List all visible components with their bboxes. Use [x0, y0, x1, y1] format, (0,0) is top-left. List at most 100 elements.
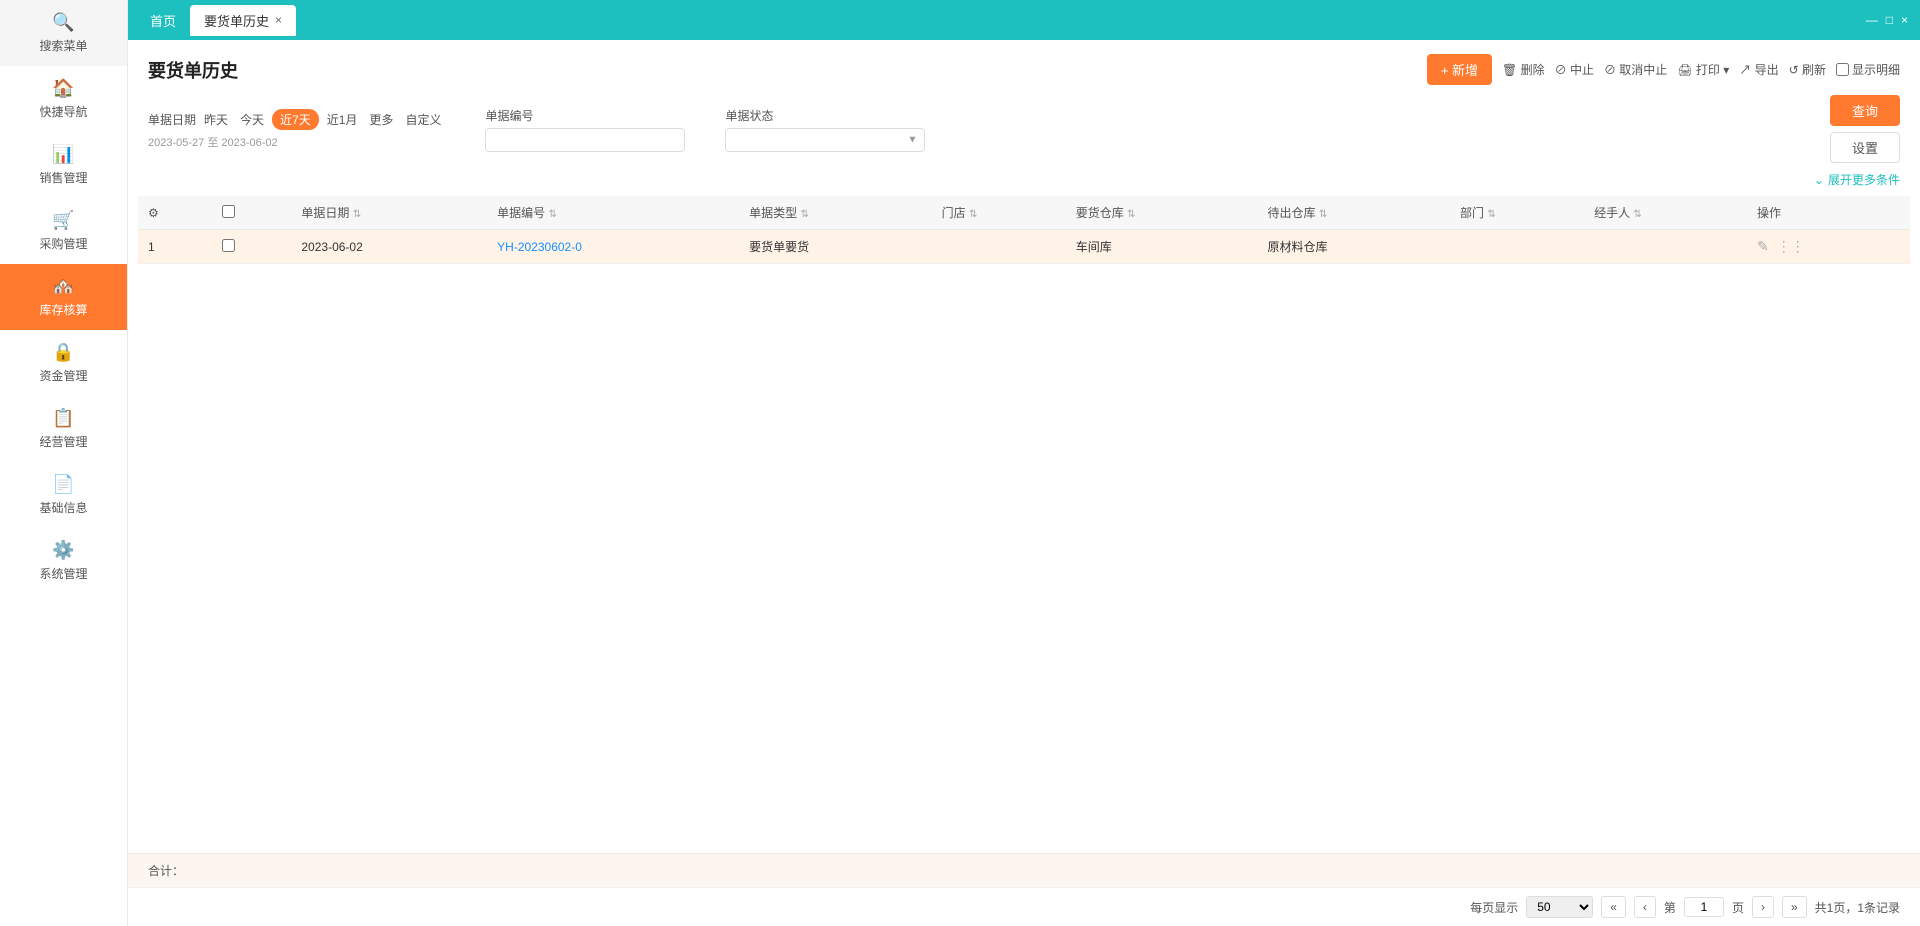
sidebar-label-operation: 经营管理 [39, 433, 87, 450]
sort-req-icon: ⇅ [1127, 209, 1135, 220]
delete-button[interactable]: 🗑 删除 [1502, 61, 1545, 78]
col-req-warehouse[interactable]: 要货仓库 ⇅ [1066, 196, 1258, 230]
sidebar-icon-inventory: 🏘️ [52, 276, 74, 297]
col-date[interactable]: 单据日期 ⇅ [291, 196, 487, 230]
page-first-label: 第 [1664, 899, 1676, 916]
sort-type-icon: ⇅ [800, 209, 808, 220]
col-pending-warehouse[interactable]: 待出仓库 ⇅ [1258, 196, 1450, 230]
sidebar-item-sales[interactable]: 📊 销售管理 [0, 132, 127, 198]
new-button[interactable]: + 新增 [1427, 54, 1492, 85]
order-link-0[interactable]: YH-20230602-0 [497, 240, 582, 254]
display-detail-checkbox[interactable]: 显示明细 [1836, 61, 1900, 78]
date-range-display: 2023-05-27 至 2023-06-02 [148, 134, 445, 150]
sidebar-label-finance: 资金管理 [39, 367, 87, 384]
print-button[interactable]: 🖨 打印 ▾ [1677, 61, 1729, 78]
next-page-btn[interactable]: › [1752, 896, 1774, 918]
date-btn-last7[interactable]: 近7天 [272, 109, 319, 130]
display-detail-label: 显示明细 [1852, 61, 1900, 78]
table-header-row: ⚙ 单据日期 ⇅ 单据编号 ⇅ 单据类型 ⇅ 门店 ⇅ 要货仓库 ⇅ 待出仓库 … [138, 196, 1910, 230]
maximize-btn[interactable]: □ [1886, 13, 1893, 27]
col-type[interactable]: 单据类型 ⇅ [739, 196, 931, 230]
topbar: 首页 要货单历史 × — □ × [128, 0, 1920, 40]
export-button[interactable]: ↗ 导出 [1739, 61, 1778, 78]
display-detail-input[interactable] [1836, 63, 1849, 76]
edit-icon-0[interactable]: ✎ [1757, 238, 1769, 255]
page-last-label: 页 [1732, 899, 1744, 916]
sidebar-label-sales: 销售管理 [39, 169, 87, 186]
per-page-label: 每页显示 [1470, 899, 1518, 916]
order-no-input[interactable] [485, 128, 685, 152]
active-tab-label: 要货单历史 [204, 11, 269, 30]
tab-close-icon[interactable]: × [275, 13, 282, 27]
page-header: 要货单历史 + 新增 🗑 删除 ⊘ 中止 ⊘ 取消中止 🖨 打印 ▾ ↗ 导出 … [128, 40, 1920, 85]
query-button[interactable]: 查询 [1830, 95, 1900, 126]
prev-page-btn[interactable]: ‹ [1634, 896, 1656, 918]
expand-more-btn[interactable]: ⌄ 展开更多条件 [1814, 167, 1900, 192]
content-area: 要货单历史 + 新增 🗑 删除 ⊘ 中止 ⊘ 取消中止 🖨 打印 ▾ ↗ 导出 … [128, 40, 1920, 926]
sidebar-icon-purchase: 🛒 [52, 210, 74, 231]
col-handler[interactable]: 经手人 ⇅ [1584, 196, 1747, 230]
sort-shop-icon: ⇅ [969, 209, 977, 220]
sort-date-icon: ⇅ [353, 209, 361, 220]
sidebar-item-finance[interactable]: 🔒 资金管理 [0, 330, 127, 396]
col-dept[interactable]: 部门 ⇅ [1450, 196, 1584, 230]
cancel-stop-button[interactable]: ⊘ 取消中止 [1604, 61, 1667, 78]
active-tab: 要货单历史 × [190, 5, 296, 36]
page-number-input[interactable] [1684, 897, 1724, 917]
cell-shop-0 [932, 230, 1066, 264]
per-page-select[interactable]: 50 100 200 [1526, 896, 1593, 918]
sidebar-item-basic-info[interactable]: 📄基础信息 [0, 462, 127, 528]
status-label: 单据状态 [725, 107, 925, 124]
date-filter-label: 单据日期 [148, 111, 196, 128]
filter-actions: 查询 设置 [1830, 95, 1900, 163]
sort-pending-icon: ⇅ [1319, 209, 1327, 220]
row-checkbox-0[interactable] [222, 239, 235, 252]
sort-handler-icon: ⇅ [1633, 209, 1641, 220]
main-content: 首页 要货单历史 × — □ × 要货单历史 + 新增 🗑 删除 ⊘ 中止 ⊘ … [128, 0, 1920, 926]
last-page-btn[interactable]: » [1782, 896, 1807, 918]
sort-no-icon: ⇅ [549, 209, 557, 220]
date-filter-btns: 单据日期 昨天 今天 近7天 近1月 更多 自定义 [148, 109, 445, 130]
sidebar-item-system[interactable]: ⚙️系统管理 [0, 528, 127, 594]
date-btn-last1m[interactable]: 近1月 [323, 109, 362, 130]
col-settings[interactable]: ⚙ [138, 196, 212, 230]
col-shop[interactable]: 门店 ⇅ [932, 196, 1066, 230]
sidebar-item-quick-nav[interactable]: 🏠快捷导航 [0, 66, 127, 132]
sidebar-item-purchase[interactable]: 🛒 采购管理 [0, 198, 127, 264]
table-row: 1 2023-06-02 YH-20230602-0 要货单要货 车间库 原材料… [138, 230, 1910, 264]
col-action: 操作 [1747, 196, 1910, 230]
col-no[interactable]: 单据编号 ⇅ [487, 196, 739, 230]
sidebar-icon-sales: 📊 [52, 144, 74, 165]
window-close-btn[interactable]: × [1901, 13, 1908, 27]
data-table: ⚙ 单据日期 ⇅ 单据编号 ⇅ 单据类型 ⇅ 门店 ⇅ 要货仓库 ⇅ 待出仓库 … [138, 196, 1910, 264]
date-btn-more[interactable]: 更多 [365, 109, 397, 130]
cell-checkbox-0[interactable] [212, 230, 291, 264]
date-filter-group: 单据日期 昨天 今天 近7天 近1月 更多 自定义 2023-05-27 至 2… [148, 109, 445, 150]
topbar-actions: — □ × [1866, 13, 1908, 27]
home-tab[interactable]: 首页 [140, 5, 186, 36]
sidebar-item-search-menu[interactable]: 🔍搜索菜单 [0, 0, 127, 66]
more-icon-0[interactable]: ⋮⋮ [1777, 238, 1805, 255]
refresh-button[interactable]: ↺ 刷新 [1789, 61, 1826, 78]
minimize-btn[interactable]: — [1866, 13, 1878, 27]
select-all-checkbox[interactable] [222, 205, 235, 218]
sidebar-label-system: 系统管理 [39, 565, 87, 582]
order-no-label: 单据编号 [485, 107, 685, 124]
cell-type-0: 要货单要货 [739, 230, 931, 264]
sidebar-icon-finance: 🔒 [52, 342, 74, 363]
table-wrap: ⚙ 单据日期 ⇅ 单据编号 ⇅ 单据类型 ⇅ 门店 ⇅ 要货仓库 ⇅ 待出仓库 … [128, 196, 1920, 853]
sort-dept-icon: ⇅ [1487, 209, 1495, 220]
sidebar-item-inventory[interactable]: 🏘️库存核算 [0, 264, 127, 330]
status-select[interactable] [725, 128, 925, 152]
date-btn-yesterday[interactable]: 昨天 [200, 109, 232, 130]
sidebar-label-purchase: 采购管理 [39, 235, 87, 252]
date-btn-today[interactable]: 今天 [236, 109, 268, 130]
col-checkbox[interactable] [212, 196, 291, 230]
status-filter-group: 单据状态 [725, 107, 925, 152]
sidebar-item-operation[interactable]: 📋经营管理 [0, 396, 127, 462]
setting-button[interactable]: 设置 [1830, 132, 1900, 163]
first-page-btn[interactable]: « [1601, 896, 1626, 918]
expand-icon: ⌄ [1814, 173, 1824, 187]
stop-button[interactable]: ⊘ 中止 [1555, 61, 1594, 78]
date-btn-custom[interactable]: 自定义 [401, 109, 445, 130]
